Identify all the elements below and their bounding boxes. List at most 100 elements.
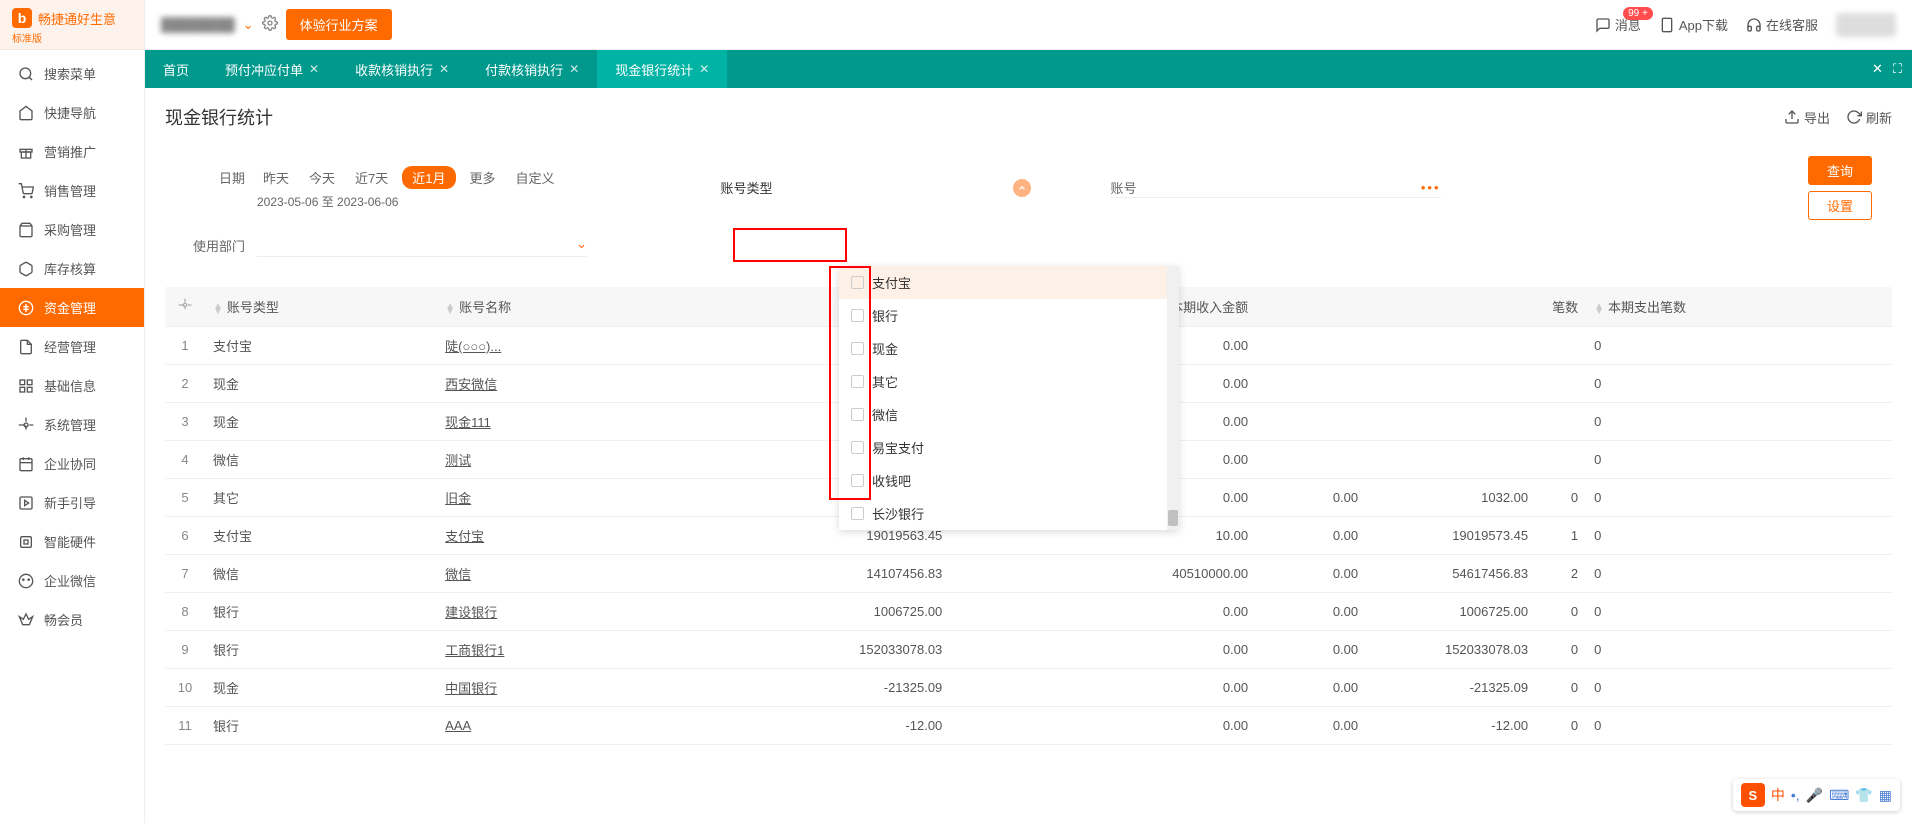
account-link[interactable]: AAA [445, 718, 471, 733]
date-option[interactable]: 昨天 [257, 166, 295, 189]
tab[interactable]: 现金银行统计✕ [597, 50, 727, 88]
dept-field[interactable]: ⌄ [257, 232, 587, 257]
sidebar-item-play[interactable]: 新手引导 [0, 483, 144, 522]
close-icon[interactable]: ✕ [309, 62, 319, 76]
close-icon[interactable]: ✕ [699, 62, 709, 76]
chevron-up-icon[interactable] [1013, 179, 1031, 197]
ime-mic-icon[interactable]: 🎤 [1806, 787, 1823, 804]
account-link[interactable]: 建设银行 [445, 605, 497, 620]
cell-name: 建设银行 [437, 593, 669, 631]
checkbox[interactable] [851, 441, 864, 454]
date-option[interactable]: 自定义 [510, 166, 561, 189]
close-icon[interactable]: ✕ [439, 62, 449, 76]
account-link[interactable]: 旧金 [445, 491, 471, 506]
user-avatar[interactable] [1836, 13, 1896, 37]
account-link[interactable]: 测试 [445, 453, 471, 468]
col-count[interactable]: 笔数 [1536, 287, 1586, 327]
checkbox[interactable] [851, 474, 864, 487]
checkbox[interactable] [851, 408, 864, 421]
account-link[interactable]: 工商银行1 [445, 643, 504, 658]
sidebar-item-calendar[interactable]: 企业协同 [0, 444, 144, 483]
dropdown-option[interactable]: 易宝支付 [839, 431, 1179, 464]
tab[interactable]: 预付冲应付单✕ [207, 50, 337, 88]
account-link[interactable]: 微信 [445, 567, 471, 582]
wechat-icon [18, 573, 34, 589]
cart-icon [18, 183, 34, 199]
date-option[interactable]: 今天 [303, 166, 341, 189]
dropdown-option[interactable]: 长沙银行 [839, 497, 1179, 530]
col-account-type[interactable]: ▲▼账号类型 [205, 287, 437, 327]
fullscreen-button[interactable]: ⛶ [1893, 61, 1902, 77]
sidebar-item-home[interactable]: 快捷导航 [0, 93, 144, 132]
ime-toolbox-icon[interactable]: ▦ [1879, 787, 1892, 804]
query-button[interactable]: 查询 [1808, 156, 1872, 185]
settings-column-header[interactable] [165, 287, 205, 327]
account-type-field[interactable]: 账号类型 [721, 176, 1031, 200]
sidebar-item-grid[interactable]: 基础信息 [0, 366, 144, 405]
ime-logo-icon[interactable]: S [1741, 783, 1765, 807]
sidebar-item-gear[interactable]: 系统管理 [0, 405, 144, 444]
col-out-count[interactable]: ▲▼本期支出笔数 [1586, 287, 1892, 327]
account-type-input[interactable] [773, 176, 1013, 199]
sidebar-item-doc[interactable]: 经营管理 [0, 327, 144, 366]
sidebar-item-cart[interactable]: 销售管理 [0, 171, 144, 210]
gear-icon[interactable] [262, 15, 278, 34]
checkbox[interactable] [851, 342, 864, 355]
account-field[interactable]: 账号 ••• [1111, 178, 1441, 198]
date-option[interactable]: 更多 [464, 166, 502, 189]
cell-name: 现金111 [437, 403, 669, 441]
ime-skin-icon[interactable]: 👕 [1855, 787, 1872, 804]
account-link[interactable]: 现金111 [445, 415, 491, 430]
tab-label: 付款核销执行 [485, 60, 563, 79]
account-link[interactable]: 支付宝 [445, 529, 484, 544]
app-download-button[interactable]: App下载 [1659, 15, 1728, 34]
sidebar-item-box[interactable]: 库存核算 [0, 249, 144, 288]
dropdown-option[interactable]: 支付宝 [839, 266, 1179, 299]
online-service-button[interactable]: 在线客服 [1746, 15, 1818, 34]
checkbox[interactable] [851, 309, 864, 322]
messages-button[interactable]: 消息 99 + [1595, 15, 1641, 34]
chevron-down-icon[interactable]: ⌄ [243, 17, 254, 33]
sidebar-item-money[interactable]: 资金管理 [0, 288, 144, 327]
account-link[interactable]: 中国银行 [445, 681, 497, 696]
dropdown-option[interactable]: 微信 [839, 398, 1179, 431]
export-button[interactable]: 导出 [1784, 108, 1830, 127]
ime-keyboard-icon[interactable]: ⌨ [1829, 787, 1849, 804]
cell-c6: 0.00 [1256, 517, 1366, 555]
ime-lang[interactable]: 中 [1771, 785, 1785, 805]
dropdown-scrollbar[interactable] [1167, 266, 1179, 530]
dropdown-option[interactable]: 现金 [839, 332, 1179, 365]
settings-button[interactable]: 设置 [1808, 191, 1872, 220]
dropdown-option[interactable]: 银行 [839, 299, 1179, 332]
refresh-button[interactable]: 刷新 [1846, 108, 1892, 127]
sidebar-item-vip[interactable]: 畅会员 [0, 600, 144, 639]
trial-button[interactable]: 体验行业方案 [286, 9, 392, 40]
checkbox[interactable] [851, 507, 864, 520]
scrollbar-thumb[interactable] [1168, 510, 1178, 526]
close-all-tabs-button[interactable]: ✕ [1872, 61, 1883, 77]
sidebar-item-wechat[interactable]: 企业微信 [0, 561, 144, 600]
col-account-name[interactable]: ▲▼账号名称 [437, 287, 669, 327]
checkbox[interactable] [851, 375, 864, 388]
sidebar-item-label: 企业协同 [44, 454, 96, 473]
ime-punct-icon[interactable]: •, [1791, 787, 1800, 803]
close-icon[interactable]: ✕ [569, 62, 579, 76]
date-option[interactable]: 近1月 [402, 166, 455, 189]
sidebar-item-bag[interactable]: 采购管理 [0, 210, 144, 249]
chevron-down-icon[interactable]: ⌄ [576, 236, 587, 252]
account-link[interactable]: 西安微信 [445, 377, 497, 392]
more-dots-icon[interactable]: ••• [1421, 180, 1441, 195]
sidebar-item-label: 营销推广 [44, 142, 96, 161]
tab[interactable]: 首页 [145, 50, 207, 88]
account-link[interactable]: 陡(○○○)... [445, 339, 501, 354]
dropdown-option[interactable]: 收钱吧 [839, 464, 1179, 497]
tab[interactable]: 收款核销执行✕ [337, 50, 467, 88]
sidebar-item-search[interactable]: 搜索菜单 [0, 54, 144, 93]
play-icon [18, 495, 34, 511]
date-option[interactable]: 近7天 [349, 166, 394, 189]
sidebar-item-chip[interactable]: 智能硬件 [0, 522, 144, 561]
checkbox[interactable] [851, 276, 864, 289]
sidebar-item-gift[interactable]: 营销推广 [0, 132, 144, 171]
dropdown-option[interactable]: 其它 [839, 365, 1179, 398]
tab[interactable]: 付款核销执行 ✕ [467, 50, 597, 88]
